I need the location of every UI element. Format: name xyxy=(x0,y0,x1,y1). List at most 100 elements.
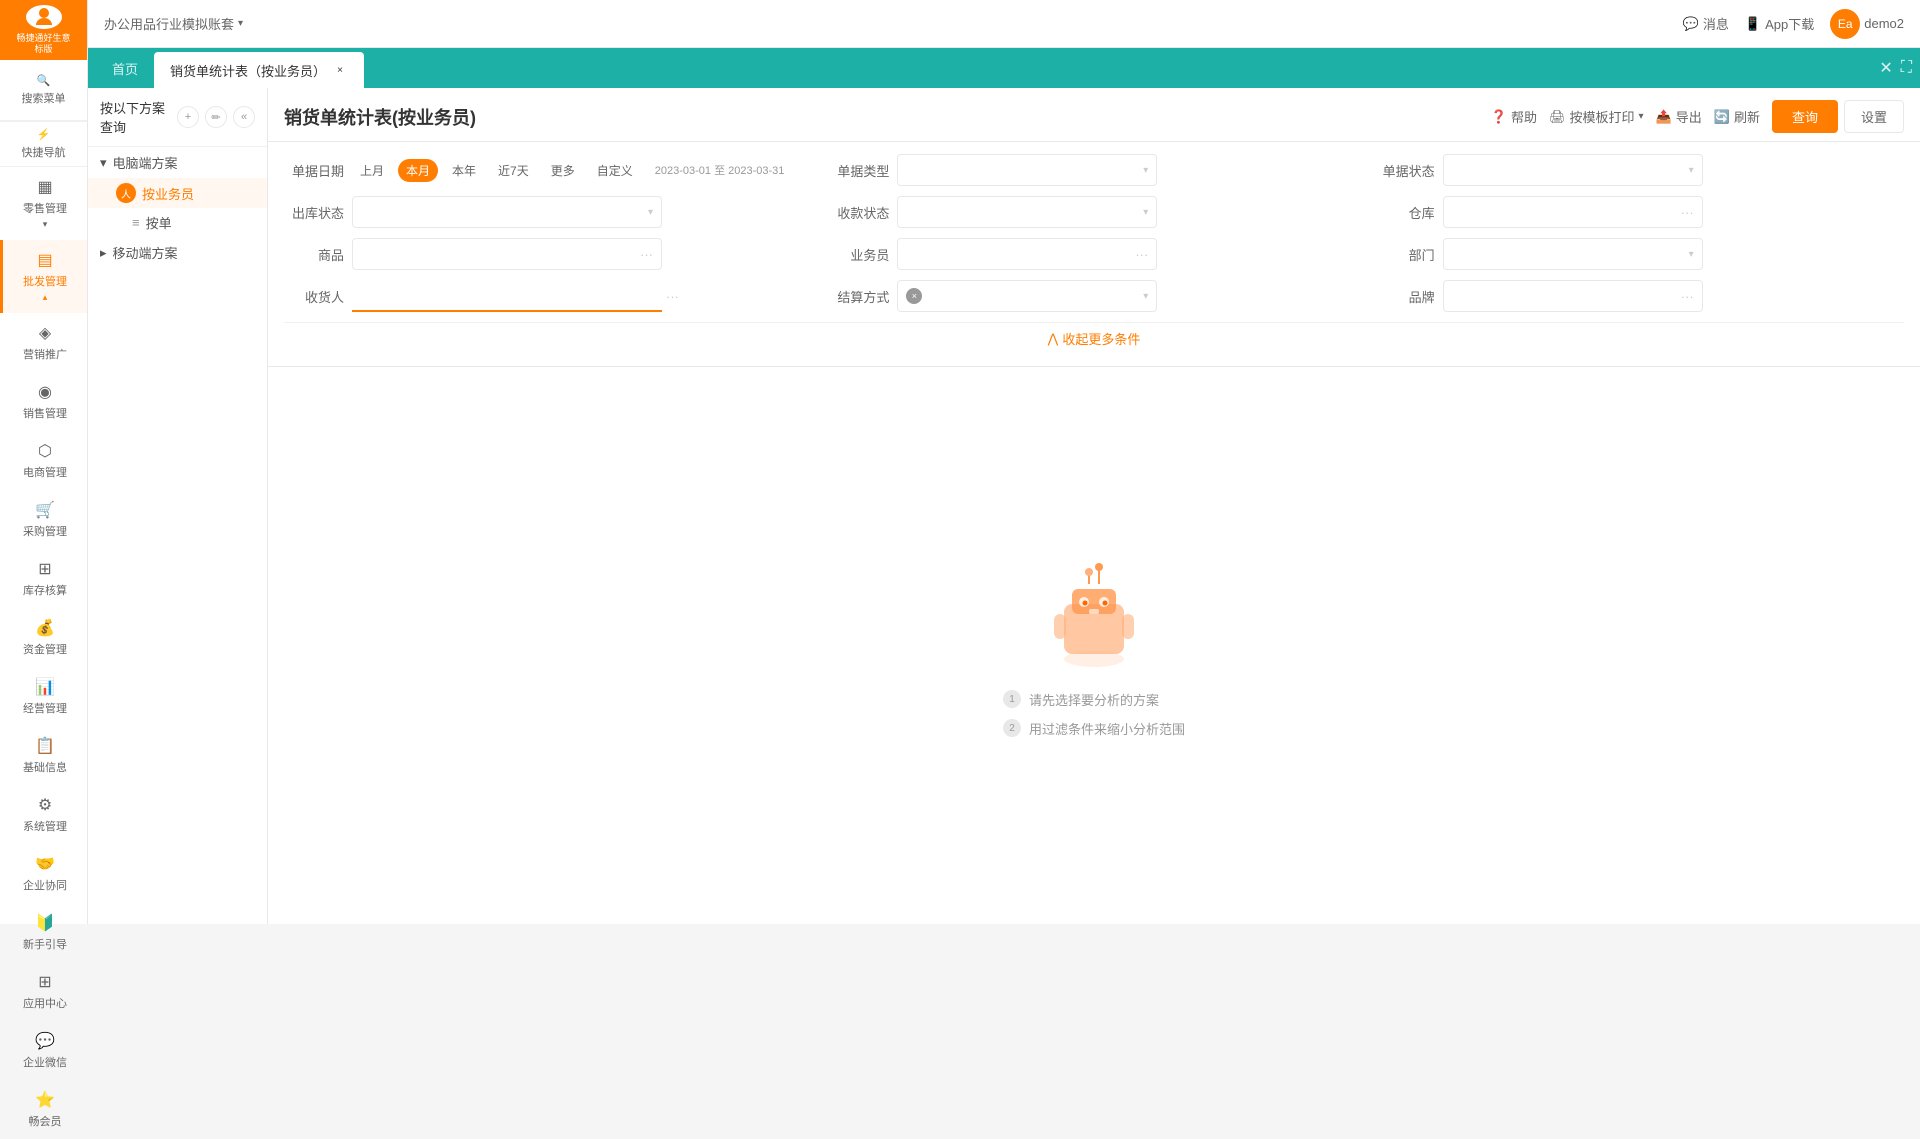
sidebar-item-marketing[interactable]: ◈ 营销推广 xyxy=(0,313,87,372)
sidebar-item-ecommerce-label: 电商管理 xyxy=(23,464,67,480)
settlement-select[interactable]: × ▾ xyxy=(897,280,1157,312)
filter-settlement: 结算方式 × ▾ xyxy=(829,280,1358,312)
message-button[interactable]: 💬 消息 xyxy=(1683,14,1729,33)
sidebar-item-enterprise[interactable]: 🤝 企业协同 xyxy=(0,844,87,903)
collapse-arrow-icon: ⋀ xyxy=(1048,331,1059,347)
refresh-icon: 🔄 xyxy=(1714,109,1730,125)
payment-status-select[interactable]: ▾ xyxy=(897,196,1157,228)
tree-section-mobile[interactable]: ▸ 移动端方案 xyxy=(88,237,267,268)
date-tab-more[interactable]: 更多 xyxy=(543,159,583,182)
tree-item-by-salesperson[interactable]: 人 按业务员 xyxy=(88,178,267,208)
sidebar-item-sales[interactable]: ◉ 销售管理 xyxy=(0,372,87,431)
settings-button[interactable]: 设置 xyxy=(1844,100,1904,133)
sidebar-item-wholesale[interactable]: ▤ 批发管理 ▴ xyxy=(0,240,87,313)
edit-scheme-button[interactable]: ✏ xyxy=(205,106,227,128)
wholesale-icon: ▤ xyxy=(37,250,52,270)
export-button[interactable]: 📤 导出 xyxy=(1656,107,1702,126)
sidebar-item-newbie-label: 新手引导 xyxy=(23,936,67,952)
query-button[interactable]: 查询 xyxy=(1772,100,1838,133)
empty-illustration xyxy=(1034,554,1154,674)
out-status-select[interactable]: ▾ xyxy=(352,196,662,228)
filter-date: 单据日期 上月 本月 本年 近7天 更多 自定义 2023-03-01 至 20… xyxy=(284,159,813,182)
receiver-dots: ··· xyxy=(666,289,679,304)
enterprise-icon: 🤝 xyxy=(35,854,55,874)
purchase-icon: 🛒 xyxy=(35,500,55,520)
sidebar-item-wechat[interactable]: 💬 企业微信 xyxy=(0,1021,87,1080)
filter-payment-status: 收款状态 ▾ xyxy=(829,196,1358,228)
left-panel-actions: + ✏ « xyxy=(177,106,255,128)
sales-icon: ◉ xyxy=(38,382,52,402)
date-tab-this-month[interactable]: 本月 xyxy=(398,159,438,182)
main-content: 办公用品行业模拟账套 ▾ 💬 消息 📱 App下载 Ea demo2 首页 xyxy=(88,0,1920,924)
sidebar-item-purchase[interactable]: 🛒 采购管理 xyxy=(0,490,87,549)
ecommerce-icon: ⬡ xyxy=(38,441,52,461)
warehouse-label: 仓库 xyxy=(1375,203,1435,222)
doc-type-select[interactable]: ▾ xyxy=(897,154,1157,186)
shortcut-nav[interactable]: ⚡ 快捷导航 xyxy=(0,121,87,167)
collapse-label: 收起更多条件 xyxy=(1062,329,1140,348)
tab-close-button[interactable]: × xyxy=(332,62,348,78)
dropdown-arrow-icon: ▾ xyxy=(238,18,243,29)
filter-out-status: 出库状态 ▾ xyxy=(284,196,813,228)
tree-item-by-salesperson-label: 按业务员 xyxy=(142,184,194,203)
account-dropdown[interactable]: 办公用品行业模拟账套 ▾ xyxy=(104,14,243,33)
date-tab-last-month[interactable]: 上月 xyxy=(352,159,392,182)
settlement-tag-close[interactable]: × xyxy=(906,288,922,304)
warehouse-select[interactable]: ··· xyxy=(1443,196,1703,228)
sidebar-item-wholesale-label: 批发管理 xyxy=(23,273,67,289)
doc-status-arrow-icon: ▾ xyxy=(1689,165,1694,176)
sidebar-item-ecommerce[interactable]: ⬡ 电商管理 xyxy=(0,431,87,490)
operation-icon: 📊 xyxy=(35,677,55,697)
tab-close-all-button[interactable]: ✕ xyxy=(1879,58,1892,78)
wholesale-arrow-icon: ▴ xyxy=(43,292,48,303)
sidebar-item-basic[interactable]: 📋 基础信息 xyxy=(0,726,87,785)
collapse-more-button[interactable]: ⋀ 收起更多条件 xyxy=(284,322,1904,354)
shortcut-icon: ⚡ xyxy=(37,128,51,141)
search-menu-button[interactable]: 🔍 搜索菜单 xyxy=(6,68,81,112)
settlement-label: 结算方式 xyxy=(829,287,889,306)
refresh-button[interactable]: 🔄 刷新 xyxy=(1714,107,1760,126)
sidebar-item-finance-label: 资金管理 xyxy=(23,641,67,657)
brand-dots: ··· xyxy=(1681,289,1694,304)
step-2-number: 2 xyxy=(1003,719,1021,737)
print-button[interactable]: 🖨 按模板打印 ▾ xyxy=(1549,107,1644,126)
sidebar-item-inventory[interactable]: ⊞ 库存核算 xyxy=(0,549,87,608)
doc-status-label: 单据状态 xyxy=(1375,161,1435,180)
sidebar-item-newbie[interactable]: 🔰 新手引导 xyxy=(0,903,87,962)
tab-maximize-button[interactable]: ⛶ xyxy=(1901,59,1912,77)
sidebar-item-finance[interactable]: 💰 资金管理 xyxy=(0,608,87,667)
tree-section-mobile-label: 移动端方案 xyxy=(113,243,178,262)
sidebar-item-sales-label: 销售管理 xyxy=(23,405,67,421)
sidebar-item-inventory-label: 库存核算 xyxy=(23,582,67,598)
sidebar-item-app-center[interactable]: ⊞ 应用中心 xyxy=(0,962,87,1021)
tab-home[interactable]: 首页 xyxy=(96,52,154,84)
sidebar-item-retail[interactable]: ▦ 零售管理 ▾ xyxy=(0,167,87,240)
sidebar-item-system[interactable]: ⚙ 系统管理 xyxy=(0,785,87,844)
doc-status-select[interactable]: ▾ xyxy=(1443,154,1703,186)
tree-section-desktop[interactable]: ▾ 电脑端方案 xyxy=(88,147,267,178)
help-button[interactable]: ❓ 帮助 xyxy=(1491,107,1537,126)
date-tab-last-7[interactable]: 近7天 xyxy=(490,159,537,182)
collapse-panel-button[interactable]: « xyxy=(233,106,255,128)
sidebar-item-marketing-label: 营销推广 xyxy=(23,346,67,362)
tree-item-by-order[interactable]: ≡ 按单 xyxy=(88,208,267,237)
add-scheme-button[interactable]: + xyxy=(177,106,199,128)
user-profile[interactable]: Ea demo2 xyxy=(1830,9,1904,39)
brand-select[interactable]: ··· xyxy=(1443,280,1703,312)
product-select[interactable]: ··· xyxy=(352,238,662,270)
avatar-text: Ea xyxy=(1838,17,1853,31)
salesperson-select[interactable]: ··· xyxy=(897,238,1157,270)
date-tab-this-year[interactable]: 本年 xyxy=(444,159,484,182)
app-download-button[interactable]: 📱 App下载 xyxy=(1745,14,1814,33)
avatar: Ea xyxy=(1830,9,1860,39)
receiver-input[interactable] xyxy=(352,280,662,312)
top-bar: 办公用品行业模拟账套 ▾ 💬 消息 📱 App下载 Ea demo2 xyxy=(88,0,1920,48)
step-2-text: 用过滤条件来缩小分析范围 xyxy=(1029,719,1185,738)
sidebar-item-member[interactable]: ⭐ 畅会员 xyxy=(0,1080,87,1139)
system-icon: ⚙ xyxy=(38,795,52,815)
date-tab-custom[interactable]: 自定义 xyxy=(589,159,641,182)
tab-sales-stat[interactable]: 销货单统计表（按业务员） × xyxy=(154,52,364,88)
department-select[interactable]: ▾ xyxy=(1443,238,1703,270)
app-logo: 畅捷通好生意 标版 xyxy=(0,0,87,60)
sidebar-item-operation[interactable]: 📊 经营管理 xyxy=(0,667,87,726)
